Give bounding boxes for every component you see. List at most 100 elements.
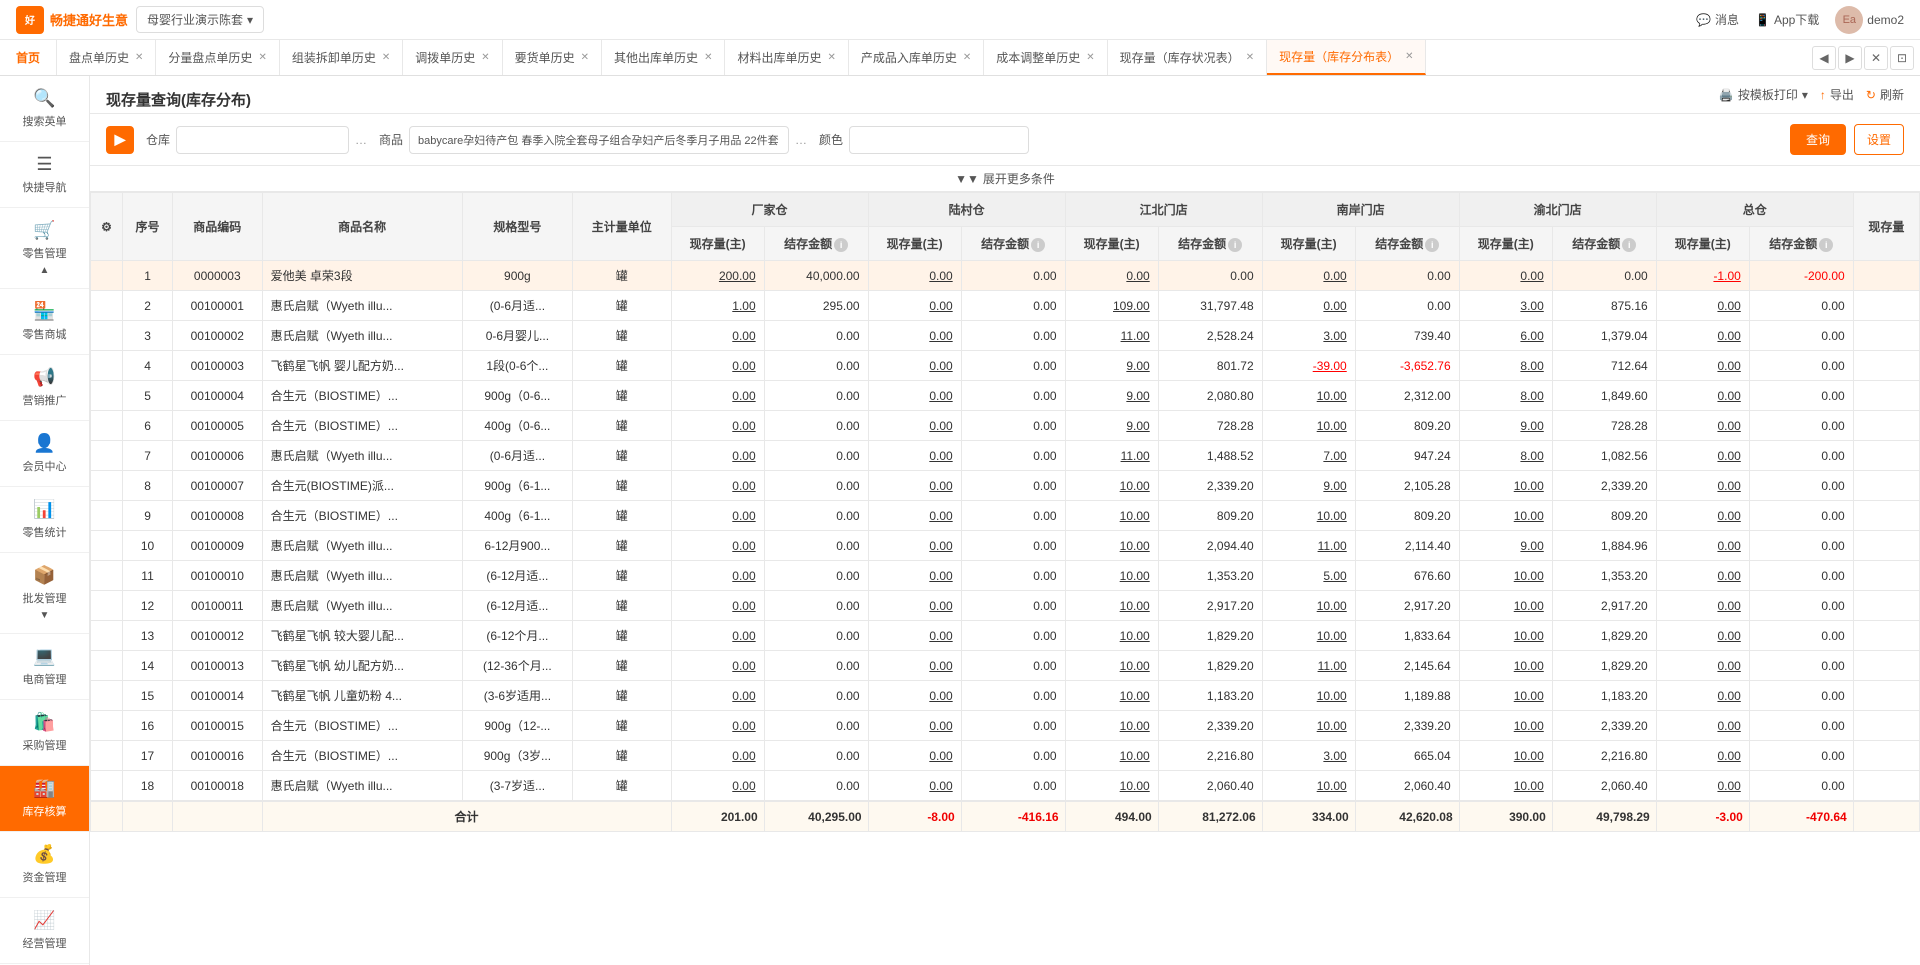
- table-cell: 0.00: [764, 741, 868, 771]
- info-icon[interactable]: i: [1228, 238, 1242, 252]
- tab-transfer[interactable]: 调拨单历史 ✕: [403, 40, 502, 75]
- th-product-name: 商品名称: [262, 193, 462, 261]
- table-cell: 0.00: [1749, 681, 1853, 711]
- table-cell: 0.00: [1749, 711, 1853, 741]
- close-icon[interactable]: ✕: [1405, 51, 1413, 62]
- tab-inventory-count[interactable]: 盘点单历史 ✕: [57, 40, 156, 75]
- sidebar: 🔍 搜索英单 ☰ 快捷导航 🛒 零售管理 ▲ 🏪 零售商城 📢 营销推广 👤 会…: [0, 76, 90, 965]
- table-cell: 10.00: [1065, 741, 1158, 771]
- search-button[interactable]: 查询: [1790, 124, 1846, 155]
- top-bar: 好 畅捷通好生意 母婴行业演示陈套 ▾ 💬 消息 📱 App下载 Ea demo…: [0, 0, 1920, 40]
- ops-icon: 📈: [33, 910, 55, 931]
- table-cell: 0.00: [868, 351, 961, 381]
- table-cell: 1,829.20: [1552, 621, 1656, 651]
- table-cell: 10.00: [1262, 381, 1355, 411]
- tab-requisition[interactable]: 要货单历史 ✕: [503, 40, 602, 75]
- close-icon[interactable]: ✕: [581, 52, 589, 63]
- close-icon[interactable]: ✕: [481, 52, 489, 63]
- sidebar-item-retail-mgmt[interactable]: 🛒 零售管理 ▲: [0, 208, 89, 289]
- tab-home[interactable]: 首页: [0, 40, 57, 75]
- nav-next-btn[interactable]: ▶: [1838, 46, 1862, 70]
- settings-button[interactable]: 设置: [1854, 124, 1904, 155]
- app-download-btn[interactable]: 📱 App下载: [1755, 11, 1819, 28]
- close-icon[interactable]: ✕: [135, 52, 143, 63]
- top-bar-right: 💬 消息 📱 App下载 Ea demo2: [1696, 6, 1904, 34]
- store-icon: 🏪: [33, 301, 55, 322]
- tab-finished-in[interactable]: 产成品入库单历史 ✕: [849, 40, 984, 75]
- tab-inventory-dist[interactable]: 现存量（库存分布表） ✕: [1267, 40, 1426, 75]
- info-icon[interactable]: i: [1425, 238, 1439, 252]
- nav-expand-btn[interactable]: ⊡: [1890, 46, 1914, 70]
- close-icon[interactable]: ✕: [704, 52, 712, 63]
- export-btn[interactable]: ↑ 导出: [1820, 86, 1854, 103]
- table-cell: 728.28: [1158, 411, 1262, 441]
- avatar: Ea: [1835, 6, 1863, 34]
- goods-picker-icon[interactable]: …: [795, 133, 807, 147]
- th-f-stock: 现存量(主): [671, 227, 764, 261]
- table-cell: 0.00: [764, 681, 868, 711]
- color-input[interactable]: [849, 126, 1029, 154]
- warehouse-picker-icon[interactable]: …: [355, 133, 367, 147]
- close-icon[interactable]: ✕: [963, 52, 971, 63]
- info-icon[interactable]: i: [1622, 238, 1636, 252]
- sidebar-item-inventory[interactable]: 🏭 库存核算: [0, 766, 89, 832]
- info-icon[interactable]: i: [1819, 238, 1833, 252]
- message-btn[interactable]: 💬 消息: [1696, 11, 1739, 28]
- refresh-btn[interactable]: ↻ 刷新: [1866, 86, 1904, 103]
- table-cell: 2,312.00: [1355, 381, 1459, 411]
- table-cell: 0.00: [1749, 381, 1853, 411]
- tab-assembly[interactable]: 组装拆卸单历史 ✕: [280, 40, 403, 75]
- sidebar-item-finance[interactable]: 💰 资金管理: [0, 832, 89, 898]
- user-area[interactable]: Ea demo2: [1835, 6, 1904, 34]
- filter-expand-btn[interactable]: ▶: [106, 126, 134, 154]
- info-icon[interactable]: i: [834, 238, 848, 252]
- tab-inventory-status[interactable]: 现存量（库存状况表） ✕: [1108, 40, 1267, 75]
- table-cell: 1,829.20: [1158, 621, 1262, 651]
- export-icon: ↑: [1820, 88, 1826, 102]
- warehouse-input[interactable]: [176, 126, 349, 154]
- table-cell: 10.00: [1262, 681, 1355, 711]
- expand-more-row[interactable]: ▼▼ 展开更多条件: [90, 166, 1920, 191]
- sidebar-item-retail-stats[interactable]: 📊 零售统计: [0, 487, 89, 553]
- table-cell: 0.00: [671, 741, 764, 771]
- sidebar-item-retail-store[interactable]: 🏪 零售商城: [0, 289, 89, 355]
- table-cell: 947.24: [1355, 441, 1459, 471]
- table-cell: 0.00: [1459, 261, 1552, 291]
- nav-close-all-btn[interactable]: ✕: [1864, 46, 1888, 70]
- print-label: 按模板打印: [1738, 86, 1798, 103]
- sidebar-item-wholesale[interactable]: 📦 批发管理 ▼: [0, 553, 89, 634]
- close-icon[interactable]: ✕: [1086, 52, 1094, 63]
- th-settings[interactable]: ⚙: [91, 193, 123, 261]
- info-icon[interactable]: i: [1031, 238, 1045, 252]
- close-icon[interactable]: ✕: [258, 52, 266, 63]
- tab-assembly-label: 组装拆卸单历史: [292, 49, 376, 66]
- table-cell: 40,000.00: [764, 261, 868, 291]
- sidebar-item-purchase[interactable]: 🛍️ 采购管理: [0, 700, 89, 766]
- close-icon[interactable]: ✕: [1246, 52, 1254, 63]
- table-cell: 0.00: [1749, 591, 1853, 621]
- th-na-amount: 结存金额i: [1355, 227, 1459, 261]
- table-cell: 0.00: [764, 621, 868, 651]
- nav-prev-btn[interactable]: ◀: [1812, 46, 1836, 70]
- tab-material-out[interactable]: 材料出库单历史 ✕: [725, 40, 848, 75]
- warehouse-field: 仓库 …: [146, 126, 367, 154]
- table-cell: 0.00: [1355, 261, 1459, 291]
- sidebar-item-marketing[interactable]: 📢 营销推广: [0, 355, 89, 421]
- close-icon[interactable]: ✕: [827, 52, 835, 63]
- sidebar-item-search-hero[interactable]: 🔍 搜索英单: [0, 76, 89, 142]
- table-cell: 0.00: [1656, 321, 1749, 351]
- table-row: 500100004合生元（BIOSTIME）...900g（0-6...罐0.0…: [91, 381, 1920, 411]
- sidebar-item-member[interactable]: 👤 会员中心: [0, 421, 89, 487]
- company-selector[interactable]: 母婴行业演示陈套 ▾: [136, 6, 264, 33]
- table-cell: 0.00: [868, 621, 961, 651]
- tab-sub-inventory-count[interactable]: 分量盘点单历史 ✕: [156, 40, 279, 75]
- sidebar-item-ecom[interactable]: 💻 电商管理: [0, 634, 89, 700]
- close-icon[interactable]: ✕: [382, 52, 390, 63]
- sidebar-item-ops[interactable]: 📈 经营管理: [0, 898, 89, 964]
- table-row: 700100006惠氏启赋（Wyeth illu...(0-6月适...罐0.0…: [91, 441, 1920, 471]
- goods-input[interactable]: [409, 126, 789, 154]
- tab-cost-adjust[interactable]: 成本调整单历史 ✕: [984, 40, 1107, 75]
- sidebar-item-shortcut-nav[interactable]: ☰ 快捷导航: [0, 142, 89, 208]
- print-btn[interactable]: 🖨️ 按模板打印 ▾: [1719, 86, 1808, 103]
- tab-other-out[interactable]: 其他出库单历史 ✕: [602, 40, 725, 75]
